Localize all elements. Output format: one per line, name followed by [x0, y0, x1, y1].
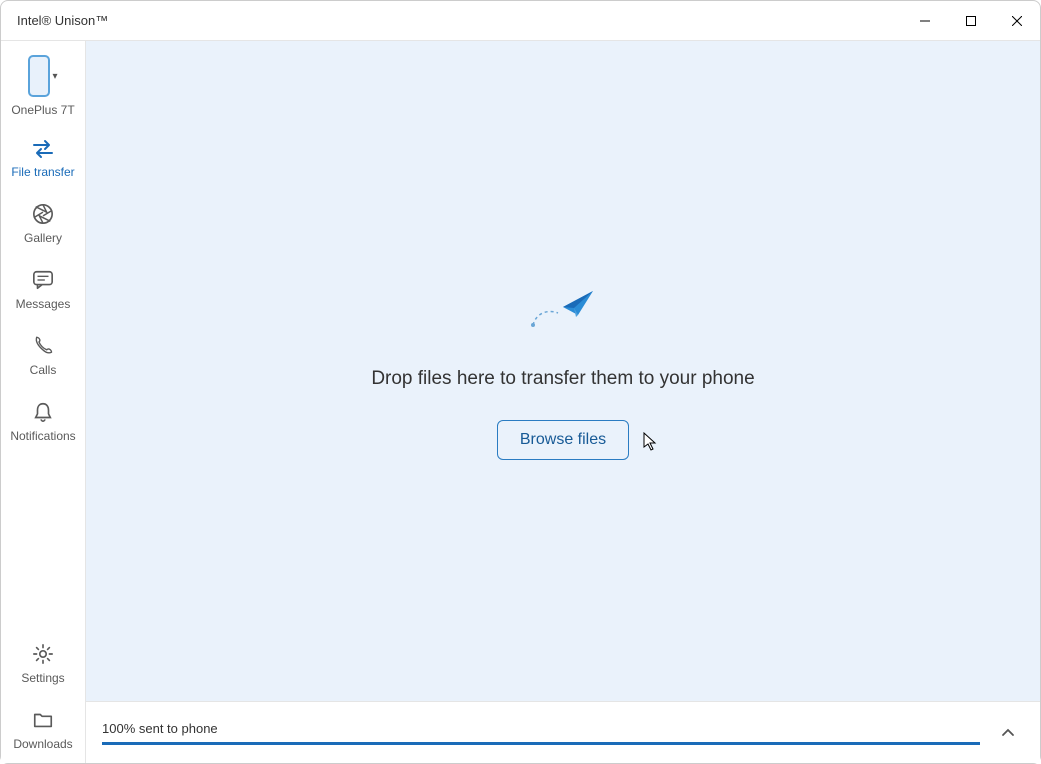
sidebar-item-messages[interactable]: Messages: [1, 257, 85, 323]
sidebar-item-file-transfer[interactable]: File transfer: [1, 127, 85, 191]
sidebar-item-label: File transfer: [11, 165, 74, 179]
paper-plane-icon: [528, 283, 598, 338]
window-controls: [902, 1, 1040, 40]
chevron-down-icon: ▾: [52, 71, 57, 82]
sidebar-item-label: Downloads: [13, 737, 72, 751]
gear-icon: [32, 643, 54, 665]
phone-icon: [28, 55, 50, 97]
browse-files-button[interactable]: Browse files: [497, 420, 629, 460]
folder-icon: [32, 709, 54, 731]
close-icon: [1012, 16, 1022, 26]
sidebar-item-label: Notifications: [10, 429, 75, 443]
sidebar: ▾ OnePlus 7T File transfer Gallery Messa…: [1, 41, 86, 763]
sidebar-item-label: Settings: [21, 671, 64, 685]
close-button[interactable]: [994, 1, 1040, 40]
message-icon: [32, 269, 54, 291]
chevron-up-icon: [1001, 726, 1015, 740]
sidebar-item-label: Gallery: [24, 231, 62, 245]
bell-icon: [32, 401, 54, 423]
sidebar-item-downloads[interactable]: Downloads: [1, 697, 85, 763]
minimize-icon: [920, 16, 930, 26]
phone-call-icon: [32, 335, 54, 357]
sidebar-item-gallery[interactable]: Gallery: [1, 191, 85, 257]
minimize-button[interactable]: [902, 1, 948, 40]
titlebar: Intel® Unison™: [1, 1, 1040, 41]
device-selector[interactable]: ▾ OnePlus 7T: [1, 41, 85, 127]
progress-bar: [102, 742, 980, 745]
progress-fill: [102, 742, 980, 745]
sidebar-item-label: Messages: [16, 297, 71, 311]
sidebar-item-label: Calls: [30, 363, 57, 377]
sidebar-item-calls[interactable]: Calls: [1, 323, 85, 389]
transfer-icon: [31, 139, 55, 159]
expand-status-button[interactable]: [992, 717, 1024, 749]
maximize-button[interactable]: [948, 1, 994, 40]
sidebar-item-notifications[interactable]: Notifications: [1, 389, 85, 455]
status-bar: 100% sent to phone: [86, 701, 1040, 763]
drop-zone[interactable]: Drop files here to transfer them to your…: [86, 41, 1040, 701]
main-panel: Drop files here to transfer them to your…: [86, 41, 1040, 763]
maximize-icon: [966, 16, 976, 26]
device-name-label: OnePlus 7T: [11, 103, 74, 117]
status-text: 100% sent to phone: [102, 721, 980, 736]
aperture-icon: [32, 203, 54, 225]
drop-instruction-text: Drop files here to transfer them to your…: [371, 368, 754, 390]
window-title: Intel® Unison™: [17, 13, 902, 28]
sidebar-item-settings[interactable]: Settings: [1, 631, 85, 697]
